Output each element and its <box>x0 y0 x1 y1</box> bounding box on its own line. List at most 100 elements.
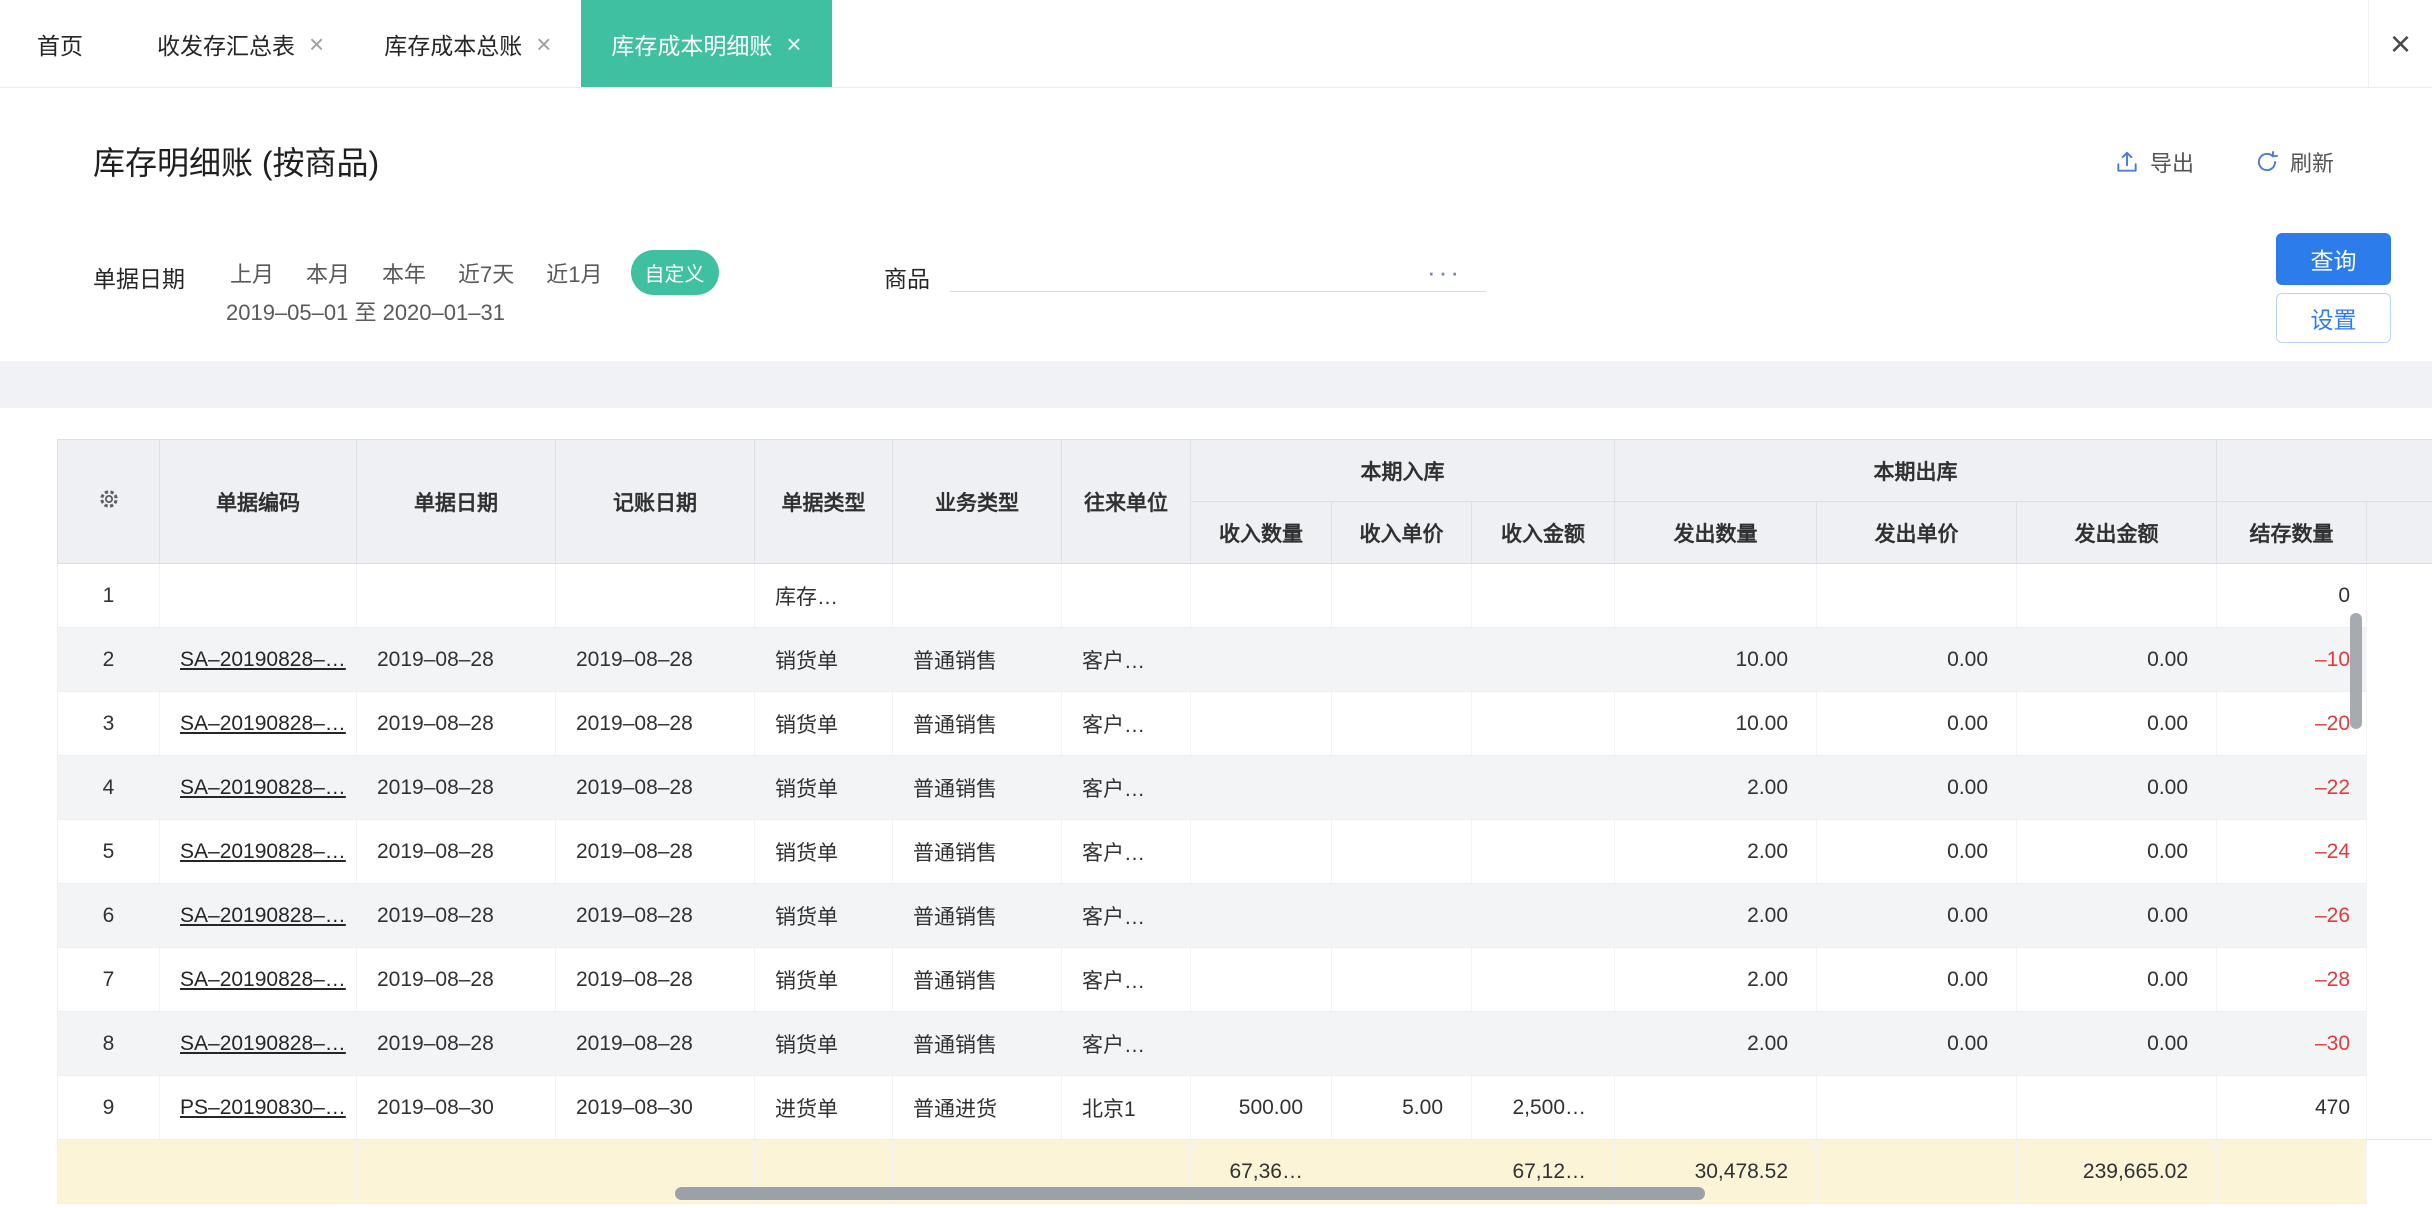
vertical-scrollbar[interactable] <box>2350 613 2362 729</box>
export-button[interactable]: 导出 <box>2114 146 2194 178</box>
cell-biz-type: 普通销售 <box>892 947 1062 1012</box>
settings-button[interactable]: 设置 <box>2276 293 2391 343</box>
doc-code-link[interactable]: SA–20190828–… <box>180 776 346 799</box>
tab-kucun-chengben-zongzhang[interactable]: 库存成本总账 × <box>354 0 581 87</box>
doc-code-link[interactable]: PS–20190830–… <box>180 1096 346 1119</box>
cell-in-amount <box>1471 627 1616 692</box>
cell-overflow <box>2366 1011 2432 1076</box>
cell-book-date <box>555 563 755 628</box>
cell-biz-type: 普通销售 <box>892 627 1062 692</box>
col-header-out-price[interactable]: 发出单价 <box>1816 501 2018 564</box>
cell-book-date: 2019–08–28 <box>555 819 755 884</box>
col-header-out-qty[interactable]: 发出数量 <box>1614 501 1818 564</box>
cell-doc-type: 销货单 <box>754 883 893 948</box>
range-this-year[interactable]: 本年 <box>378 251 430 295</box>
cell-doc-date: 2019–08–28 <box>356 947 556 1012</box>
cell-overflow <box>2366 883 2432 948</box>
horizontal-scrollbar[interactable] <box>675 1187 1705 1200</box>
range-last-7-days[interactable]: 近7天 <box>454 251 518 295</box>
doc-code-link[interactable]: SA–20190828–… <box>180 840 346 863</box>
doc-code-link[interactable]: SA–20190828–… <box>180 1032 346 1055</box>
cell-out-qty <box>1614 1075 1818 1140</box>
cell-partner: 客户… <box>1061 947 1191 1012</box>
close-icon[interactable]: × <box>2368 0 2432 87</box>
tab-shoufacun-huizongbiao[interactable]: 收发存汇总表 × <box>127 0 354 87</box>
range-last-month[interactable]: 上月 <box>226 251 278 295</box>
col-header-in-qty[interactable]: 收入数量 <box>1190 501 1332 564</box>
export-icon <box>2117 151 2137 172</box>
cell-balance-qty: –10 <box>2216 627 2368 692</box>
col-header-doc-date[interactable]: 单据日期 <box>356 439 556 564</box>
cell-partner: 客户… <box>1061 627 1191 692</box>
tab-kucun-chengben-mingxizhang[interactable]: 库存成本明细账 × <box>581 0 832 87</box>
product-filter-label: 商品 <box>884 266 930 292</box>
table-viewport: 单据编码 单据日期 记账日期 单据类型 业务类型 往来单位 本期入库 本期出库 … <box>57 439 2432 1208</box>
cell-doc-code: SA–20190828–… <box>159 1011 357 1076</box>
tab-close-icon[interactable]: × <box>786 31 801 57</box>
doc-code-link[interactable]: SA–20190828–… <box>180 968 346 991</box>
row-number: 4 <box>57 755 160 820</box>
table-row[interactable]: 1 库存… 0 <box>57 563 2432 628</box>
cell-balance-qty: –30 <box>2216 1011 2368 1076</box>
tab-close-icon[interactable]: × <box>309 31 324 57</box>
range-custom-pill[interactable]: 自定义 <box>630 250 719 295</box>
col-header-balance-qty[interactable]: 结存数量 <box>2216 501 2368 564</box>
table-row[interactable]: 6 SA–20190828–… 2019–08–28 2019–08–28 销货单 普通销… <box>57 883 2432 948</box>
cell-doc-code: SA–20190828–… <box>159 883 357 948</box>
range-this-month[interactable]: 本月 <box>302 251 354 295</box>
col-header-biz-type[interactable]: 业务类型 <box>892 439 1062 564</box>
col-header-doc-code[interactable]: 单据编码 <box>159 439 357 564</box>
date-range-text[interactable]: 2019–05–01 至 2020–01–31 <box>226 295 505 327</box>
range-last-1-month[interactable]: 近1月 <box>542 251 606 295</box>
table-row[interactable]: 5 SA–20190828–… 2019–08–28 2019–08–28 销货单 普通销… <box>57 819 2432 884</box>
cell-in-amount <box>1471 563 1616 628</box>
doc-code-link[interactable]: SA–20190828–… <box>180 648 346 671</box>
table-row[interactable]: 7 SA–20190828–… 2019–08–28 2019–08–28 销货单 普通销… <box>57 947 2432 1012</box>
col-header-out-amount[interactable]: 发出金额 <box>2016 501 2218 564</box>
page-title: 库存明细账 (按商品) <box>93 145 380 181</box>
cell-out-qty: 2.00 <box>1614 819 1818 884</box>
cell-out-amount <box>2016 563 2218 628</box>
row-number: 1 <box>57 563 160 628</box>
cell-in-amount <box>1471 819 1616 884</box>
cell-doc-code: SA–20190828–… <box>159 627 357 692</box>
more-dots-icon[interactable]: ··· <box>1427 259 1462 285</box>
doc-code-link[interactable]: SA–20190828–… <box>180 712 346 735</box>
col-header-in-amount[interactable]: 收入金额 <box>1470 501 1616 564</box>
quick-date-filters: 上月 本月 本年 近7天 近1月 自定义 <box>226 250 719 295</box>
table-row[interactable]: 2 SA–20190828–… 2019–08–28 2019–08–28 销货单 普通销… <box>57 627 2432 692</box>
table-row[interactable]: 3 SA–20190828–… 2019–08–28 2019–08–28 销货单 普通销… <box>57 691 2432 756</box>
row-number: 8 <box>57 1011 160 1076</box>
cell-out-price: 0.00 <box>1816 819 2018 884</box>
product-input[interactable]: ··· <box>950 246 1486 292</box>
cell-out-price: 0.00 <box>1816 947 2018 1012</box>
cell-doc-date <box>356 563 556 628</box>
cell-biz-type: 普通进货 <box>892 1075 1062 1140</box>
cell-biz-type: 普通销售 <box>892 691 1062 756</box>
column-settings-button[interactable] <box>57 439 160 564</box>
cell-biz-type: 普通销售 <box>892 1011 1062 1076</box>
cell-in-qty <box>1190 563 1332 628</box>
col-header-in-price[interactable]: 收入单价 <box>1331 501 1472 564</box>
col-header-book-date[interactable]: 记账日期 <box>555 439 755 564</box>
cell-biz-type: 普通销售 <box>892 883 1062 948</box>
cell-balance-qty: 0 <box>2216 563 2368 628</box>
cell-out-amount: 0.00 <box>2016 819 2218 884</box>
tab-home[interactable]: 首页 <box>0 0 127 87</box>
summary-cell: 239,665.02 <box>2016 1139 2218 1204</box>
table-row[interactable]: 8 SA–20190828–… 2019–08–28 2019–08–28 销货单 普通销… <box>57 1011 2432 1076</box>
cell-out-amount: 0.00 <box>2016 691 2218 756</box>
cell-doc-code: PS–20190830–… <box>159 1075 357 1140</box>
cell-out-qty <box>1614 563 1818 628</box>
table-row[interactable]: 9 PS–20190830–… 2019–08–30 2019–08–30 进货单 普通进… <box>57 1075 2432 1140</box>
cell-out-qty: 2.00 <box>1614 883 1818 948</box>
refresh-button[interactable]: 刷新 <box>2254 146 2334 178</box>
table-row[interactable]: 4 SA–20190828–… 2019–08–28 2019–08–28 销货单 普通销… <box>57 755 2432 820</box>
cell-in-qty: 500.00 <box>1190 1075 1332 1140</box>
col-header-doc-type[interactable]: 单据类型 <box>754 439 893 564</box>
query-button[interactable]: 查询 <box>2276 233 2391 285</box>
col-header-partner[interactable]: 往来单位 <box>1061 439 1191 564</box>
doc-code-link[interactable]: SA–20190828–… <box>180 904 346 927</box>
summary-cell <box>57 1139 160 1204</box>
tab-close-icon[interactable]: × <box>536 31 551 57</box>
